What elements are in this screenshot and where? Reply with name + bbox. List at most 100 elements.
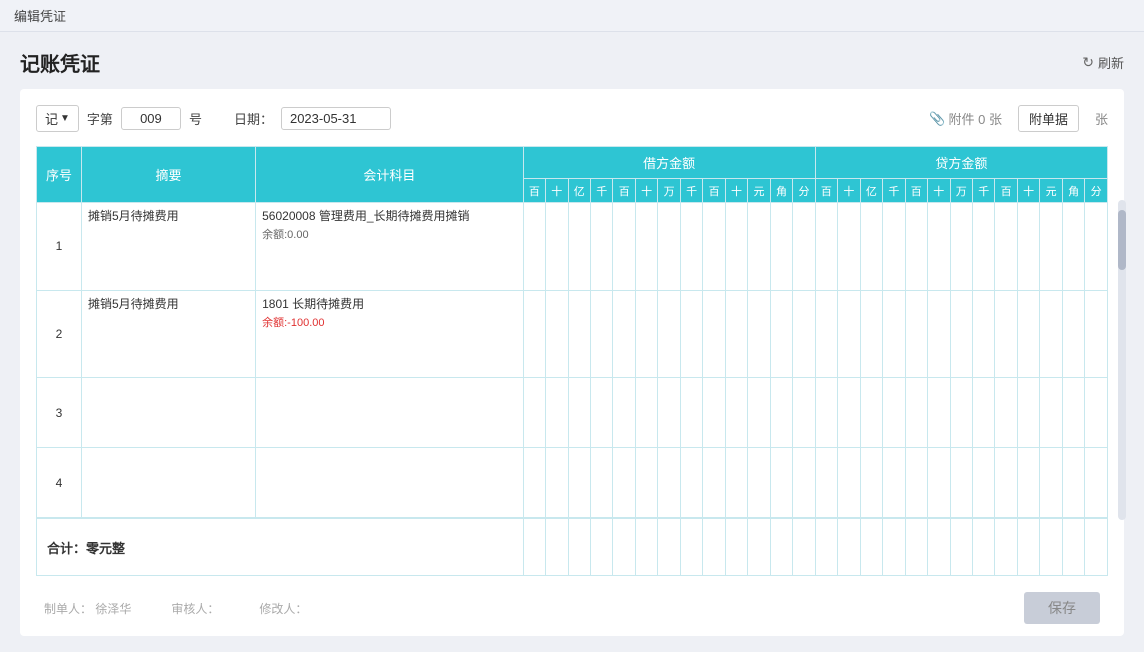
c1-7[interactable] bbox=[972, 203, 994, 291]
account-code-1: 56020008 管理费用_长期待摊费用摊销 bbox=[262, 209, 469, 223]
c1-0[interactable] bbox=[815, 203, 837, 291]
row-account-4[interactable] bbox=[256, 448, 523, 518]
refresh-button[interactable]: ↻ 刷新 bbox=[1082, 53, 1124, 72]
d1-1[interactable] bbox=[546, 203, 568, 291]
voucher-table: 序号 摘要 会计科目 借方金额 贷方金额 百 十 亿 千 百 十 万 bbox=[36, 146, 1108, 576]
d2-9[interactable] bbox=[725, 290, 747, 378]
d1-5[interactable] bbox=[635, 203, 657, 291]
c1-3[interactable] bbox=[883, 203, 905, 291]
attachment-icon: 📎 bbox=[929, 111, 945, 127]
c2-0[interactable] bbox=[815, 290, 837, 378]
c1-9[interactable] bbox=[1017, 203, 1039, 291]
credit-char-0: 百 bbox=[815, 179, 837, 203]
credit-char-2: 亿 bbox=[860, 179, 882, 203]
c1-2[interactable] bbox=[860, 203, 882, 291]
credit-char-10: 元 bbox=[1040, 179, 1062, 203]
voucher-type-label: 记 bbox=[45, 109, 58, 128]
d1-3[interactable] bbox=[591, 203, 613, 291]
row-summary-4[interactable] bbox=[81, 448, 255, 518]
d2-12[interactable] bbox=[793, 290, 815, 378]
zi-label: 字第 bbox=[87, 109, 113, 128]
debit-char-1: 十 bbox=[546, 179, 568, 203]
balance-2: 余额:-100.00 bbox=[262, 314, 516, 330]
c1-5[interactable] bbox=[928, 203, 950, 291]
header-right: 📎 附件 0 张 附单据 张 bbox=[929, 105, 1108, 132]
d1-2[interactable] bbox=[568, 203, 590, 291]
d1-9[interactable] bbox=[725, 203, 747, 291]
credit-char-7: 千 bbox=[972, 179, 994, 203]
page-title: 记账凭证 bbox=[20, 48, 100, 77]
debit-char-8: 百 bbox=[703, 179, 725, 203]
scrollbar[interactable] bbox=[1118, 200, 1126, 520]
col-debit-header: 借方金额 bbox=[523, 147, 815, 179]
row-account-3[interactable] bbox=[256, 378, 523, 448]
d1-8[interactable] bbox=[703, 203, 725, 291]
attachment-link[interactable]: 📎 附件 0 张 bbox=[929, 109, 1002, 128]
voucher-card: 记 ▼ 字第 号 日期： 📎 附件 0 张 附单据 张 bbox=[20, 89, 1124, 636]
c2-5[interactable] bbox=[928, 290, 950, 378]
d1-12[interactable] bbox=[793, 203, 815, 291]
debit-char-6: 万 bbox=[658, 179, 680, 203]
c2-2[interactable] bbox=[860, 290, 882, 378]
row-account-2[interactable]: 1801 长期待摊费用 余额:-100.00 bbox=[256, 290, 523, 378]
c2-9[interactable] bbox=[1017, 290, 1039, 378]
d2-7[interactable] bbox=[680, 290, 702, 378]
c1-4[interactable] bbox=[905, 203, 927, 291]
debit-char-7: 千 bbox=[680, 179, 702, 203]
date-input[interactable] bbox=[281, 107, 391, 130]
col-account-header: 会计科目 bbox=[256, 147, 523, 203]
c1-1[interactable] bbox=[838, 203, 860, 291]
d2-6[interactable] bbox=[658, 290, 680, 378]
d1-4[interactable] bbox=[613, 203, 635, 291]
voucher-number-input[interactable] bbox=[121, 107, 181, 130]
c2-7[interactable] bbox=[972, 290, 994, 378]
c2-1[interactable] bbox=[838, 290, 860, 378]
d2-3[interactable] bbox=[591, 290, 613, 378]
row-summary-3[interactable] bbox=[81, 378, 255, 448]
debit-char-0: 百 bbox=[523, 179, 545, 203]
page-header: 记账凭证 ↻ 刷新 bbox=[20, 48, 1124, 77]
row-account-1[interactable]: 56020008 管理费用_长期待摊费用摊销 余额:0.00 bbox=[256, 203, 523, 291]
refresh-label: 刷新 bbox=[1098, 53, 1124, 72]
voucher-type-button[interactable]: 记 ▼ bbox=[36, 105, 79, 132]
c2-3[interactable] bbox=[883, 290, 905, 378]
d2-10[interactable] bbox=[748, 290, 770, 378]
c1-10[interactable] bbox=[1040, 203, 1062, 291]
d2-11[interactable] bbox=[770, 290, 792, 378]
scrollbar-thumb[interactable] bbox=[1118, 210, 1126, 270]
c1-11[interactable] bbox=[1062, 203, 1084, 291]
total-row: 合计：零元整 bbox=[37, 518, 1108, 575]
credit-char-5: 十 bbox=[928, 179, 950, 203]
c1-6[interactable] bbox=[950, 203, 972, 291]
d2-4[interactable] bbox=[613, 290, 635, 378]
row-summary-1[interactable]: 摊销5月待摊费用 bbox=[81, 203, 255, 291]
save-button[interactable]: 保存 bbox=[1024, 592, 1100, 624]
single-button[interactable]: 附单据 bbox=[1018, 105, 1079, 132]
d2-2[interactable] bbox=[568, 290, 590, 378]
debit-char-9: 十 bbox=[725, 179, 747, 203]
c1-8[interactable] bbox=[995, 203, 1017, 291]
d1-10[interactable] bbox=[748, 203, 770, 291]
credit-char-11: 角 bbox=[1062, 179, 1084, 203]
d2-5[interactable] bbox=[635, 290, 657, 378]
row-summary-2[interactable]: 摊销5月待摊费用 bbox=[81, 290, 255, 378]
d1-7[interactable] bbox=[680, 203, 702, 291]
footer-row: 制单人： 徐泽华 审核人： 修改人： 保存 bbox=[36, 584, 1108, 624]
table-header-row1: 序号 摘要 会计科目 借方金额 贷方金额 bbox=[37, 147, 1108, 179]
c2-4[interactable] bbox=[905, 290, 927, 378]
footer-right: 保存 bbox=[1024, 592, 1100, 624]
c2-8[interactable] bbox=[995, 290, 1017, 378]
d1-11[interactable] bbox=[770, 203, 792, 291]
d1-0[interactable] bbox=[523, 203, 545, 291]
c2-10[interactable] bbox=[1040, 290, 1062, 378]
d2-0[interactable] bbox=[523, 290, 545, 378]
d2-1[interactable] bbox=[546, 290, 568, 378]
c2-11[interactable] bbox=[1062, 290, 1084, 378]
c1-12[interactable] bbox=[1085, 203, 1108, 291]
c2-12[interactable] bbox=[1085, 290, 1108, 378]
debit-char-11: 角 bbox=[770, 179, 792, 203]
d2-8[interactable] bbox=[703, 290, 725, 378]
d1-6[interactable] bbox=[658, 203, 680, 291]
c2-6[interactable] bbox=[950, 290, 972, 378]
table-row: 3 bbox=[37, 378, 1108, 448]
